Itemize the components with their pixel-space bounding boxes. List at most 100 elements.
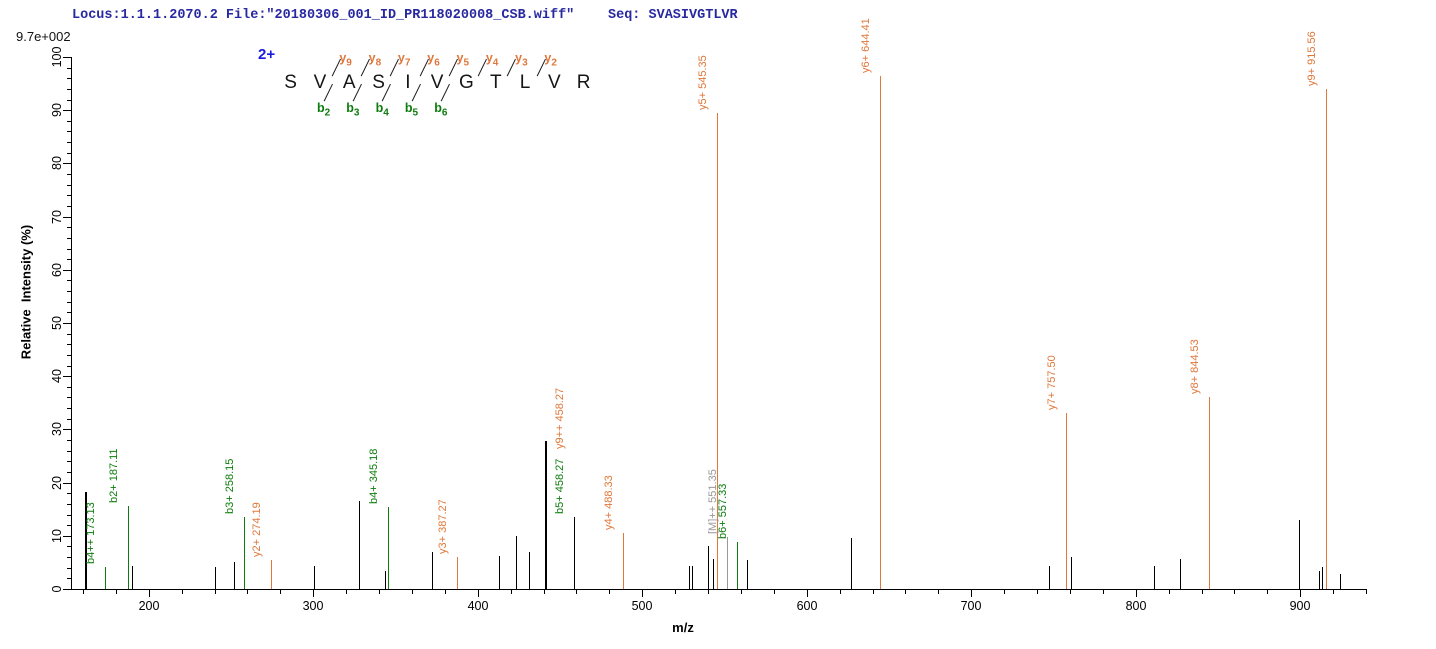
y-minor-tick bbox=[67, 195, 71, 196]
y-minor-tick bbox=[67, 227, 71, 228]
peak bbox=[689, 566, 690, 589]
peak-label: b4++ 173.13 bbox=[85, 502, 98, 564]
y-ion-label: y7 bbox=[398, 51, 411, 69]
peak bbox=[499, 556, 500, 589]
peptide-residue: V bbox=[539, 72, 569, 94]
y-minor-tick bbox=[67, 100, 71, 101]
y-tick-label: 0 bbox=[50, 586, 64, 593]
x-tick-label: 200 bbox=[139, 599, 160, 613]
y-major-tick bbox=[63, 589, 71, 590]
x-minor-tick bbox=[609, 589, 610, 594]
y-ion-label: y9 bbox=[339, 51, 352, 69]
b-ion-peak bbox=[737, 542, 738, 589]
x-minor-tick bbox=[1267, 589, 1268, 594]
x-tick-label: 500 bbox=[632, 599, 653, 613]
y-minor-tick bbox=[67, 291, 71, 292]
x-tick-label: 400 bbox=[468, 599, 489, 613]
peak bbox=[574, 517, 575, 589]
x-axis-line bbox=[71, 589, 1367, 590]
x-minor-tick bbox=[873, 589, 874, 594]
peak bbox=[529, 552, 530, 589]
y-tick-label: 50 bbox=[50, 316, 64, 330]
y-minor-tick bbox=[67, 206, 71, 207]
y-minor-tick bbox=[67, 366, 71, 367]
y-minor-tick bbox=[67, 121, 71, 122]
base-peak-intensity: 9.7e+002 bbox=[16, 29, 71, 44]
y-minor-tick bbox=[67, 515, 71, 516]
y-minor-tick bbox=[67, 153, 71, 154]
y-ion-label: y5 bbox=[457, 51, 470, 69]
charge-state-label: 2+ bbox=[258, 46, 275, 63]
y-major-tick bbox=[63, 270, 71, 271]
b-ion-label: b2 bbox=[317, 101, 330, 119]
x-minor-tick bbox=[1333, 589, 1334, 594]
y-major-tick bbox=[63, 536, 71, 537]
y-minor-tick bbox=[67, 89, 71, 90]
peak-label: y9+ 915.56 bbox=[1306, 31, 1319, 86]
peak-label: b4+ 345.18 bbox=[368, 449, 381, 504]
header-sequence: Seq: SVASIVGTLVR bbox=[608, 8, 738, 23]
y-major-tick bbox=[63, 376, 71, 377]
y-axis-line bbox=[71, 57, 72, 589]
x-minor-tick bbox=[905, 589, 906, 594]
x-minor-tick bbox=[215, 589, 216, 594]
b-ion-peak bbox=[105, 567, 106, 589]
y-minor-tick bbox=[67, 174, 71, 175]
precursor-ion-peak bbox=[727, 537, 728, 589]
peak bbox=[359, 501, 360, 589]
peak bbox=[747, 560, 748, 589]
peptide-residue: S bbox=[276, 72, 306, 94]
y-ion-label: y3 bbox=[515, 51, 528, 69]
b-ion-label: b4 bbox=[376, 101, 389, 119]
ms2-spectrum-viewer: Locus:1.1.1.2070.2 File:"20180306_001_ID… bbox=[0, 0, 1436, 649]
y-minor-tick bbox=[67, 408, 71, 409]
y-tick-label: 100 bbox=[50, 47, 64, 68]
x-minor-tick bbox=[576, 589, 577, 594]
y-axis-title: Relative Intensity (%) bbox=[19, 225, 34, 359]
x-minor-tick bbox=[938, 589, 939, 594]
y-minor-tick bbox=[67, 546, 71, 547]
peak-label: b2+ 187.11 bbox=[108, 448, 121, 503]
y-minor-tick bbox=[67, 387, 71, 388]
y-ion-peak bbox=[1066, 413, 1067, 589]
peptide-residue: I bbox=[393, 72, 423, 94]
x-minor-tick bbox=[1169, 589, 1170, 594]
x-minor-tick bbox=[1366, 589, 1367, 594]
x-minor-tick bbox=[412, 589, 413, 594]
x-minor-tick bbox=[1004, 589, 1005, 594]
y-ion-label: y8 bbox=[369, 51, 382, 69]
x-tick-label: 700 bbox=[961, 599, 982, 613]
y-tick-label: 40 bbox=[50, 369, 64, 383]
x-axis-title: m/z bbox=[672, 620, 694, 635]
y-minor-tick bbox=[67, 472, 71, 473]
y-minor-tick bbox=[67, 355, 71, 356]
x-minor-tick bbox=[83, 589, 84, 594]
y-minor-tick bbox=[67, 334, 71, 335]
y-tick-label: 60 bbox=[50, 263, 64, 277]
header-locus-file: Locus:1.1.1.2070.2 File:"20180306_001_ID… bbox=[72, 8, 574, 23]
y-ion-peak bbox=[1326, 89, 1327, 589]
peak bbox=[545, 441, 547, 589]
y-tick-label: 10 bbox=[50, 529, 64, 543]
y-tick-label: 70 bbox=[50, 210, 64, 224]
y-tick-label: 90 bbox=[50, 103, 64, 117]
x-minor-tick bbox=[247, 589, 248, 594]
x-major-tick bbox=[642, 589, 643, 597]
x-minor-tick bbox=[511, 589, 512, 594]
peak bbox=[713, 559, 714, 589]
peak-label: y2+ 274.19 bbox=[251, 502, 264, 557]
y-minor-tick bbox=[67, 312, 71, 313]
peak bbox=[385, 571, 386, 589]
x-minor-tick bbox=[741, 589, 742, 594]
b-ion-label: b6 bbox=[434, 101, 447, 119]
y-minor-tick bbox=[67, 68, 71, 69]
y-minor-tick bbox=[67, 493, 71, 494]
x-major-tick bbox=[807, 589, 808, 597]
y-minor-tick bbox=[67, 578, 71, 579]
b-ion-peak bbox=[388, 507, 389, 589]
peak bbox=[432, 552, 433, 589]
y-major-tick bbox=[63, 57, 71, 58]
x-major-tick bbox=[971, 589, 972, 597]
peptide-residue: R bbox=[569, 72, 599, 94]
peak bbox=[1322, 567, 1323, 589]
